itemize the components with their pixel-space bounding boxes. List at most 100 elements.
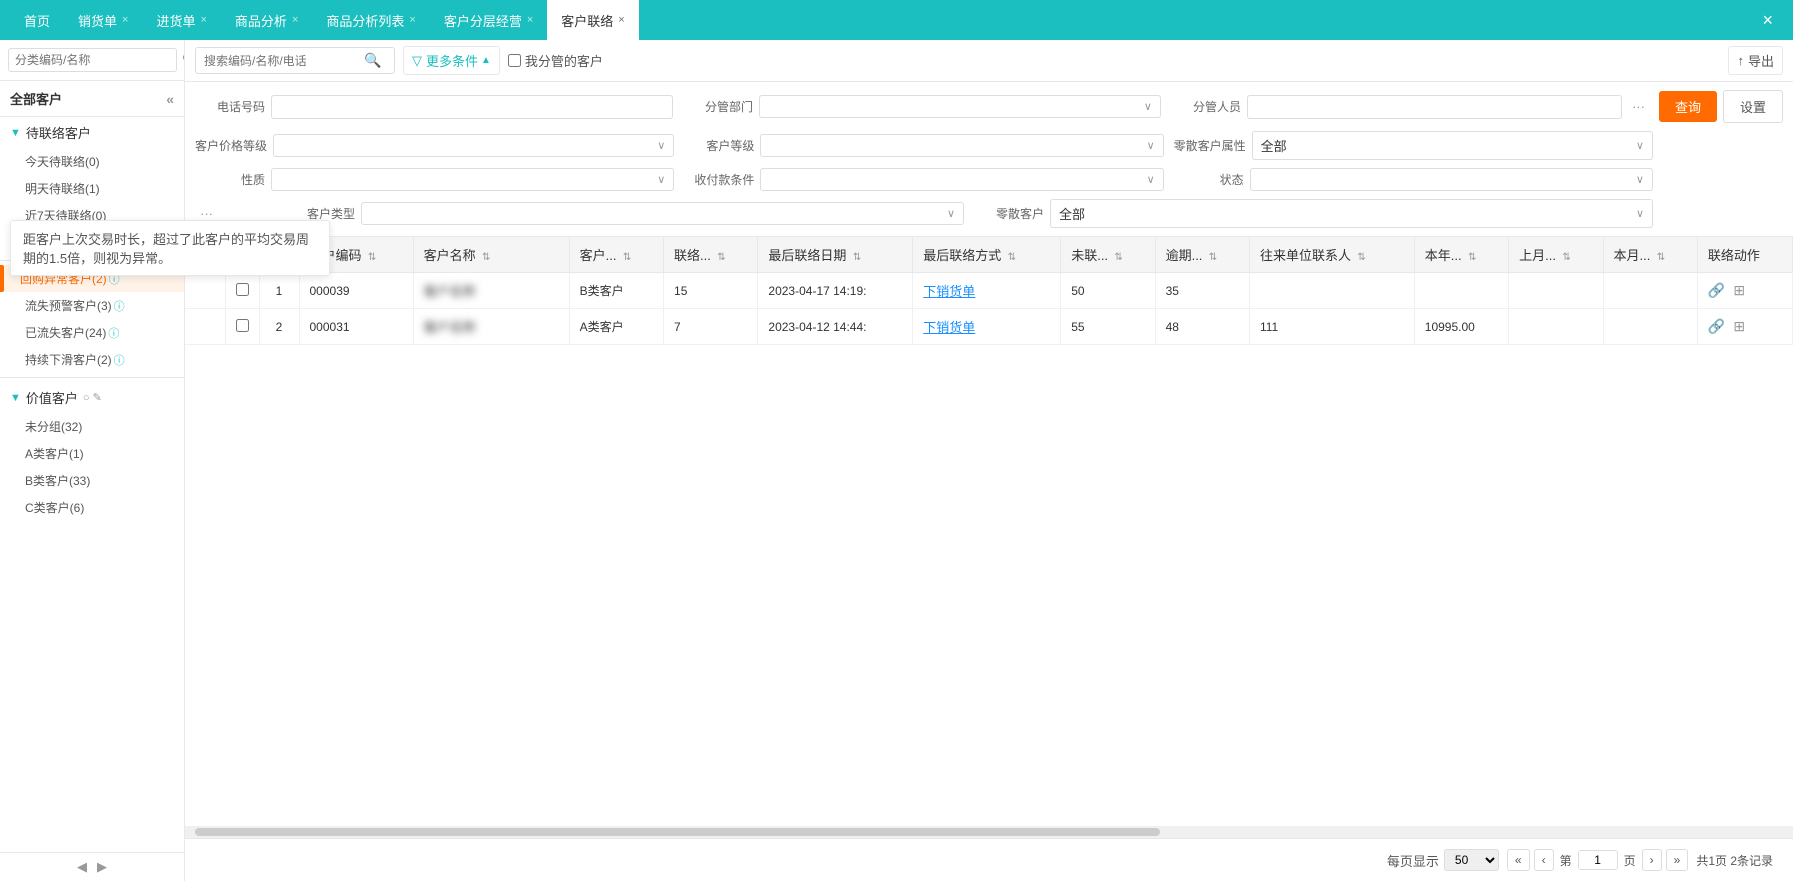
row1-checkbox[interactable] xyxy=(236,283,249,296)
sidebar-item-ungroup[interactable]: 未分组(32) xyxy=(0,413,184,440)
filter-customer-level: 客户等级 ∨ xyxy=(684,134,1163,157)
customer-type-arrow: ∨ xyxy=(947,207,955,220)
td-name-2[interactable]: 客户名称 xyxy=(413,309,569,345)
customer-search-icon[interactable]: 🔍 xyxy=(364,52,381,69)
status-arrow: ∨ xyxy=(1636,173,1644,186)
nav-customer-layer-close[interactable]: × xyxy=(527,14,533,26)
sidebar-item-tomorrow[interactable]: 明天待联络(1) xyxy=(0,175,184,202)
nav-customer-layer[interactable]: 客户分层经营 × xyxy=(430,0,547,40)
nav-purchase-close[interactable]: × xyxy=(200,14,206,26)
person-more-icon[interactable]: ··· xyxy=(1628,99,1649,114)
retail-customer-select[interactable]: 全部 ∨ xyxy=(1050,199,1653,228)
th-last-way[interactable]: 最后联络方式 ⇅ xyxy=(913,237,1061,273)
sidebar-pending-section[interactable]: ▼ 待联络客户 xyxy=(0,117,184,148)
sidebar-item-churned[interactable]: 已流失客户(24) ⓘ xyxy=(0,319,184,346)
page-number-input[interactable] xyxy=(1578,850,1618,870)
query-btn[interactable]: 查询 xyxy=(1659,91,1717,122)
settings-btn[interactable]: 设置 xyxy=(1723,90,1783,123)
h-scrollbar[interactable] xyxy=(185,826,1793,838)
retail-customer-value: 全部 xyxy=(1059,204,1085,223)
sidebar-item-today[interactable]: 今天待联络(0) xyxy=(0,148,184,175)
price-level-select[interactable]: ∨ xyxy=(273,134,674,157)
retail-attr-label: 零散客户属性 xyxy=(1174,137,1246,154)
nav-product-analysis[interactable]: 商品分析 × xyxy=(221,0,312,40)
customer-type-select[interactable]: ∨ xyxy=(361,202,964,225)
filter-more-dots[interactable]: ··· xyxy=(195,206,218,221)
th-overdue[interactable]: 逾期... ⇅ xyxy=(1155,237,1249,273)
th-unit-contact[interactable]: 往来单位联系人 ⇅ xyxy=(1249,237,1414,273)
h-scrollbar-thumb[interactable] xyxy=(195,828,1160,836)
td-checkbox-2[interactable] xyxy=(225,309,259,345)
th-name[interactable]: 客户名称 ⇅ xyxy=(413,237,569,273)
nav-home[interactable]: 首页 xyxy=(10,0,64,40)
nav-product-analysis-close[interactable]: × xyxy=(292,14,298,26)
sidebar-all-customers-label: 全部客户 xyxy=(10,89,62,108)
sidebar-item-class-c[interactable]: C类客户(6) xyxy=(0,494,184,521)
my-customers-checkbox[interactable] xyxy=(508,54,521,67)
th-contact[interactable]: 联络... ⇅ xyxy=(664,237,758,273)
action-icons-1: 🔗 ⊞ xyxy=(1708,282,1782,299)
action-grid-icon-1[interactable]: ⊞ xyxy=(1733,282,1745,299)
nav-purchase[interactable]: 进货单 × xyxy=(142,0,220,40)
first-page-btn[interactable]: « xyxy=(1507,849,1530,871)
th-uncontacted[interactable]: 未联... ⇅ xyxy=(1061,237,1155,273)
action-link-icon-1[interactable]: 🔗 xyxy=(1708,282,1725,299)
sidebar-search-input[interactable] xyxy=(8,48,177,72)
table-body: 1 000039 客户名称 B类客户 15 2023-04-17 14:19: … xyxy=(185,273,1793,345)
person-input[interactable] xyxy=(1247,95,1622,119)
next-page-btn[interactable]: › xyxy=(1642,849,1662,871)
td-type-1: B类客户 xyxy=(569,273,663,309)
nav-sales[interactable]: 销货单 × xyxy=(64,0,142,40)
th-type[interactable]: 客户... ⇅ xyxy=(569,237,663,273)
action-grid-icon-2[interactable]: ⊞ xyxy=(1733,318,1745,335)
th-this-month[interactable]: 本月... ⇅ xyxy=(1603,237,1697,273)
customer-level-select[interactable]: ∨ xyxy=(760,134,1163,157)
nature-select[interactable]: ∨ xyxy=(271,168,674,191)
th-this-year[interactable]: 本年... ⇅ xyxy=(1414,237,1508,273)
per-page-select[interactable]: 50 100 200 xyxy=(1444,849,1499,871)
my-customers-checkbox-wrap[interactable]: 我分管的客户 xyxy=(508,51,603,70)
nav-product-list[interactable]: 商品分析列表 × xyxy=(312,0,429,40)
nav-customer-contact-close[interactable]: × xyxy=(618,14,624,26)
td-code-1[interactable]: 000039 xyxy=(299,273,413,309)
action-link-icon-2[interactable]: 🔗 xyxy=(1708,318,1725,335)
nav-product-list-close[interactable]: × xyxy=(409,14,415,26)
th-last-date[interactable]: 最后联络日期 ⇅ xyxy=(758,237,913,273)
status-select[interactable]: ∨ xyxy=(1250,168,1653,191)
sidebar-value-customers[interactable]: ▼ 价值客户 ○ ✎ xyxy=(0,382,184,413)
th-this-month-sort: ⇅ xyxy=(1657,252,1665,263)
td-last-way-1[interactable]: 下销货单 xyxy=(913,273,1061,309)
nav-sales-close[interactable]: × xyxy=(122,14,128,26)
payment-select[interactable]: ∨ xyxy=(760,168,1163,191)
last-page-btn[interactable]: » xyxy=(1666,849,1689,871)
retail-attr-select[interactable]: 全部 ∨ xyxy=(1252,131,1653,160)
table-container[interactable]: ⚙ 客户编码 ⇅ 客户名称 ⇅ xyxy=(185,237,1793,826)
td-name-1[interactable]: 客户名称 xyxy=(413,273,569,309)
td-last-way-1-link[interactable]: 下销货单 xyxy=(923,284,975,299)
sidebar-nav-left-icon[interactable]: ◀ xyxy=(77,859,87,875)
phone-input[interactable] xyxy=(271,95,673,119)
td-last-way-2[interactable]: 下销货单 xyxy=(913,309,1061,345)
td-overdue-1: 35 xyxy=(1155,273,1249,309)
nav-customer-contact[interactable]: 客户联络 × xyxy=(547,0,638,40)
sidebar-item-class-b[interactable]: B类客户(33) xyxy=(0,467,184,494)
th-last-month[interactable]: 上月... ⇅ xyxy=(1509,237,1603,273)
export-btn[interactable]: ↑ 导出 xyxy=(1728,46,1783,75)
td-code-2[interactable]: 000031 xyxy=(299,309,413,345)
sidebar-item-declining[interactable]: 持续下滑客户(2) ⓘ xyxy=(0,346,184,373)
window-close-btn[interactable]: × xyxy=(1752,10,1783,31)
sidebar-collapse-btn[interactable]: « xyxy=(166,91,174,107)
td-checkbox-1[interactable] xyxy=(225,273,259,309)
more-conditions-arrow: ▲ xyxy=(481,55,491,66)
sidebar-item-churn-warning[interactable]: 流失预警客户(3) ⓘ xyxy=(0,292,184,319)
td-last-way-2-link[interactable]: 下销货单 xyxy=(923,320,975,335)
sidebar-divider-2 xyxy=(0,377,184,378)
customer-search-input[interactable] xyxy=(204,54,364,68)
more-conditions-btn[interactable]: ▽ 更多条件 ▲ xyxy=(403,46,500,75)
value-edit-icon[interactable]: ○ ✎ xyxy=(83,391,102,404)
dept-select[interactable]: ∨ xyxy=(759,95,1161,118)
sidebar-item-class-a[interactable]: A类客户(1) xyxy=(0,440,184,467)
prev-page-btn[interactable]: ‹ xyxy=(1534,849,1554,871)
row2-checkbox[interactable] xyxy=(236,319,249,332)
sidebar-nav-right-icon[interactable]: ▶ xyxy=(97,859,107,875)
